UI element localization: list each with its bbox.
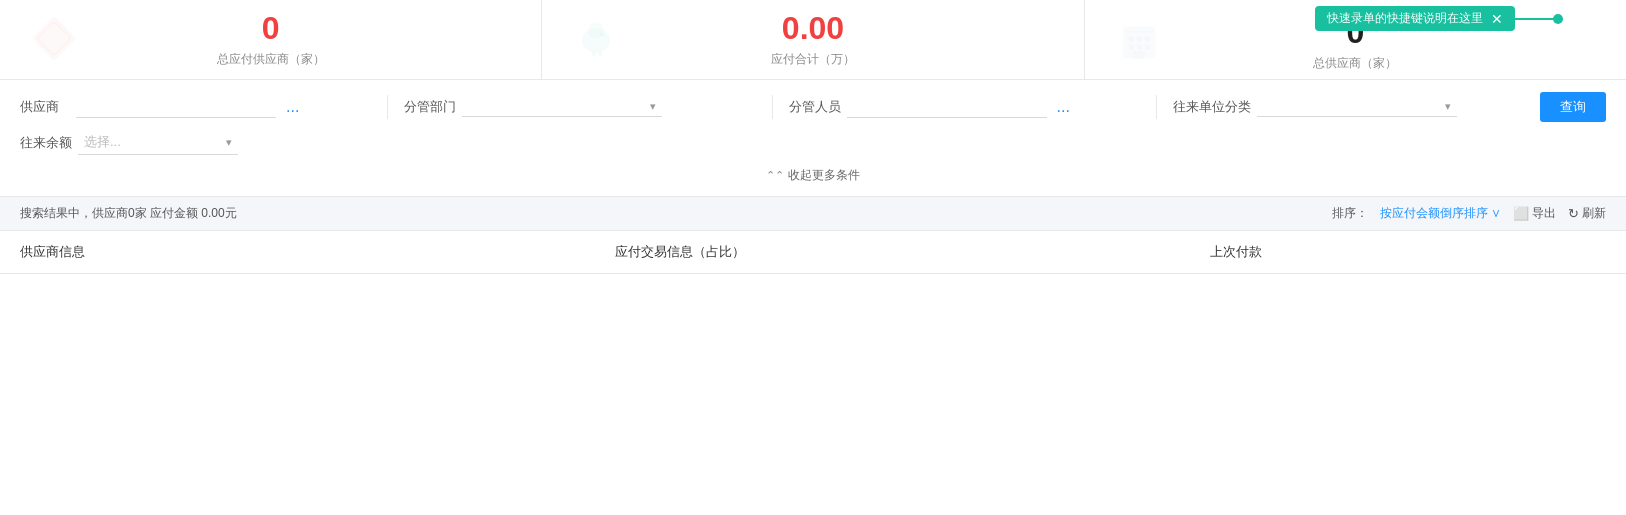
export-button[interactable]: ⬜ 导出 <box>1513 205 1556 222</box>
svg-rect-8 <box>1129 36 1134 41</box>
sort-text: 按应付会额倒序排序 <box>1380 206 1488 220</box>
svg-rect-14 <box>1133 50 1145 58</box>
sort-label: 排序： <box>1332 205 1368 222</box>
balance-placeholder: 选择... <box>84 133 226 151</box>
piggy-icon <box>572 14 620 65</box>
svg-rect-12 <box>1137 44 1142 49</box>
unit-chevron-icon: ▾ <box>1445 100 1451 113</box>
svg-rect-9 <box>1137 36 1142 41</box>
svg-rect-6 <box>598 50 602 56</box>
collapse-label: 收起更多条件 <box>788 167 860 184</box>
dept-chevron-icon: ▾ <box>650 100 656 113</box>
supplier-label: 供应商 <box>20 98 70 116</box>
refresh-button[interactable]: ↻ 刷新 <box>1568 205 1606 222</box>
total-suppliers-label: 总供应商（家） <box>1313 55 1397 72</box>
person-filter: 分管人员 ... <box>789 96 1140 118</box>
tooltip-bubble: 快速录单的快捷键说明在这里 ✕ <box>1315 6 1515 31</box>
dept-filter: 分管部门 ▾ <box>404 97 755 117</box>
balance-select[interactable]: 选择... ▾ <box>78 130 238 155</box>
payable-total-label: 应付合计（万） <box>771 51 855 68</box>
results-bar: 搜索结果中，供应商0家 应付金额 0.00元 排序： 按应付会额倒序排序 ∨ ⬜… <box>0 197 1626 231</box>
supplier-dots[interactable]: ... <box>282 98 303 116</box>
supplier-input[interactable] <box>76 96 276 118</box>
refresh-label: 刷新 <box>1582 205 1606 222</box>
svg-rect-10 <box>1145 36 1150 41</box>
dept-label: 分管部门 <box>404 98 456 116</box>
person-dots[interactable]: ... <box>1053 98 1074 116</box>
payable-suppliers-number: 0 <box>262 11 280 46</box>
sort-value[interactable]: 按应付会额倒序排序 ∨ <box>1380 205 1501 222</box>
balance-filter: 往来余额 选择... ▾ <box>20 130 300 155</box>
collapse-up-icon: ⌃⌃ <box>766 169 784 182</box>
supplier-filter: 供应商 ... <box>20 96 371 118</box>
balance-chevron-icon: ▾ <box>226 136 232 149</box>
refresh-icon: ↻ <box>1568 206 1579 221</box>
table-header: 供应商信息 应付交易信息（占比） 上次付款 <box>0 231 1626 274</box>
payable-total-number: 0.00 <box>782 11 844 46</box>
col-header-last-payment: 上次付款 <box>1210 243 1607 261</box>
results-actions: 排序： 按应付会额倒序排序 ∨ ⬜ 导出 ↻ 刷新 <box>1332 205 1606 222</box>
person-input[interactable] <box>847 96 1047 118</box>
unit-label: 往来单位分类 <box>1173 98 1251 116</box>
results-info: 搜索结果中，供应商0家 应付金额 0.00元 <box>20 205 237 222</box>
filter-divider-2 <box>772 95 773 119</box>
stat-payable-suppliers: 0 总应付供应商（家） <box>0 0 542 79</box>
filter-row-2: 往来余额 选择... ▾ <box>20 130 1606 155</box>
col-header-payable-info: 应付交易信息（占比） <box>615 243 1210 261</box>
stat-total-suppliers: 快速录单的快捷键说明在这里 ✕ 0 总供应商（家） <box>1085 0 1626 79</box>
balance-label: 往来余额 <box>20 134 72 152</box>
svg-point-4 <box>600 32 604 36</box>
tooltip-close-icon[interactable]: ✕ <box>1491 12 1503 26</box>
svg-rect-13 <box>1145 44 1150 49</box>
query-btn-wrap: 查询 <box>1540 92 1606 122</box>
filter-divider-3 <box>1156 95 1157 119</box>
tooltip-text: 快速录单的快捷键说明在这里 <box>1327 10 1483 27</box>
filter-bar: 供应商 ... 分管部门 ▾ 分管人员 ... 往来单位分类 ▾ <box>0 80 1626 197</box>
svg-rect-5 <box>592 50 596 56</box>
svg-rect-15 <box>1123 26 1155 32</box>
query-button[interactable]: 查询 <box>1540 92 1606 122</box>
stats-bar: 0 总应付供应商（家） 0.00 应付合计（万） <box>0 0 1626 80</box>
export-icon: ⬜ <box>1513 206 1529 221</box>
dept-select[interactable]: ▾ <box>462 97 662 117</box>
unit-select[interactable]: ▾ <box>1257 97 1457 117</box>
filter-divider-1 <box>387 95 388 119</box>
export-label: 导出 <box>1532 205 1556 222</box>
col-header-supplier-info: 供应商信息 <box>20 243 615 261</box>
person-label: 分管人员 <box>789 98 841 116</box>
tooltip-dot <box>1553 14 1563 24</box>
sort-chevron-icon: ∨ <box>1491 206 1501 220</box>
collapse-button[interactable]: ⌃⌃ 收起更多条件 <box>766 163 860 188</box>
svg-rect-11 <box>1129 44 1134 49</box>
filter-row-1: 供应商 ... 分管部门 ▾ 分管人员 ... 往来单位分类 ▾ <box>20 92 1606 122</box>
building-icon <box>1115 14 1163 65</box>
table-body <box>0 274 1626 515</box>
diamond-icon <box>30 14 78 65</box>
payable-suppliers-label: 总应付供应商（家） <box>217 51 325 68</box>
stat-payable-total: 0.00 应付合计（万） <box>542 0 1084 79</box>
unit-filter: 往来单位分类 ▾ <box>1173 97 1524 117</box>
